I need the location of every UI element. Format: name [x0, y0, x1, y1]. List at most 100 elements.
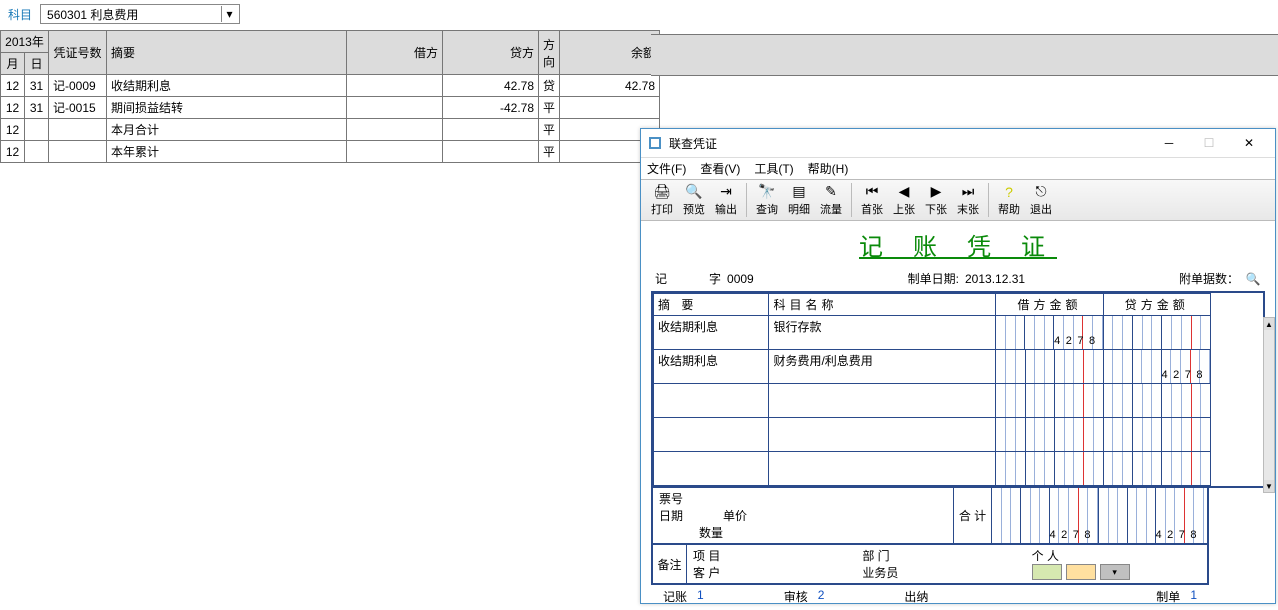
prev-icon: ◀	[896, 184, 912, 200]
voucher-type-label: 记	[655, 270, 667, 287]
help-button[interactable]: ?帮助	[994, 181, 1024, 219]
grid-col-subject: 科目名称	[769, 294, 996, 316]
detail-button[interactable]: ▤明细	[784, 181, 814, 219]
export-icon: ⇥	[718, 184, 734, 200]
grid-col-credit: 贷方金额	[1103, 294, 1210, 316]
qty-label: 数量	[699, 524, 723, 541]
last-button[interactable]: ⏭末张	[953, 181, 983, 219]
voucher-menubar: 文件(F) 查看(V) 工具(T) 帮助(H)	[641, 157, 1275, 179]
ledger-row[interactable]: 1231记-0015期间损益结转-42.78平	[1, 97, 660, 119]
col-direction: 方向	[539, 31, 560, 75]
header-filler	[651, 34, 1278, 76]
project-label: 项 目	[693, 547, 862, 564]
app-icon	[647, 135, 663, 151]
first-button[interactable]: ⏮首张	[857, 181, 887, 219]
date-value: 2013.12.31	[965, 272, 1025, 286]
col-credit: 贷方	[443, 31, 539, 75]
foot-cashier-label: 出纳	[904, 588, 928, 605]
scroll-up-icon[interactable]: ▲	[1264, 318, 1274, 330]
voucher-scrollbar[interactable]: ▲ ▼	[1263, 317, 1275, 493]
col-year: 2013年	[1, 31, 49, 53]
flow-icon: ✎	[823, 184, 839, 200]
detail-icon: ▤	[791, 184, 807, 200]
query-button[interactable]: 🔭查询	[752, 181, 782, 219]
ledger-table: 2013年 凭证号数 摘要 借方 贷方 方向 余额 月 日 1231记-0009…	[0, 30, 660, 163]
info-date-label: 日期	[659, 507, 683, 524]
col-day: 日	[25, 53, 49, 75]
menu-tool[interactable]: 工具(T)	[754, 160, 793, 177]
prev-button[interactable]: ◀上张	[889, 181, 919, 219]
voucher-word-label: 字	[709, 270, 721, 287]
attach-label: 附单据数：	[1179, 270, 1239, 287]
help-icon: ?	[1001, 184, 1017, 200]
ledger-row[interactable]: 12本年累计平	[1, 141, 660, 163]
scroll-down-icon[interactable]: ▼	[1264, 480, 1274, 492]
voucher-grid: 摘 要 科目名称 借方金额 贷方金额 收结期利息银行存款4278收结期利息财务费…	[651, 291, 1265, 488]
preview-icon: 🔍	[686, 184, 702, 200]
menu-file[interactable]: 文件(F)	[647, 160, 686, 177]
preview-button[interactable]: 🔍预览	[679, 181, 709, 219]
foot-audit-label: 审核	[784, 588, 808, 605]
stamp-button-2[interactable]	[1066, 564, 1096, 580]
price-label: 单价	[723, 507, 747, 524]
voucher-info: 票号 日期单价 数量 合 计 4278 4278	[651, 488, 1209, 545]
toolbar-separator	[746, 183, 747, 217]
sales-label: 业务员	[862, 564, 1031, 581]
next-icon: ▶	[928, 184, 944, 200]
export-button[interactable]: ⇥输出	[711, 181, 741, 219]
ledger-row[interactable]: 1231记-0009收结期利息42.78贷42.78	[1, 75, 660, 97]
date-label: 制单日期:	[908, 270, 959, 287]
col-voucher-no: 凭证号数	[49, 31, 107, 75]
voucher-window: 联查凭证 ─ ☐ ✕ 文件(F) 查看(V) 工具(T) 帮助(H) 🖨打印 🔍…	[640, 128, 1276, 604]
print-button[interactable]: 🖨打印	[647, 181, 677, 219]
menu-help[interactable]: 帮助(H)	[808, 160, 849, 177]
stamp-button-1[interactable]	[1032, 564, 1062, 580]
last-icon: ⏭	[960, 184, 976, 200]
subject-select[interactable]: 560301 利息费用 ▾	[40, 4, 240, 24]
voucher-toolbar: 🖨打印 🔍预览 ⇥输出 🔭查询 ▤明细 ✎流量 ⏮首张 ◀上张 ▶下张 ⏭末张 …	[641, 179, 1275, 221]
customer-label: 客 户	[693, 564, 862, 581]
voucher-line[interactable]	[654, 418, 1211, 452]
magnifier-icon[interactable]: 🔍	[1245, 271, 1261, 287]
stamp-button-3[interactable]: ▾	[1100, 564, 1130, 580]
foot-book-no: 1	[697, 588, 704, 605]
voucher-remark: 备注 项 目 部 门 个 人 客 户 业务员 ▾	[651, 545, 1209, 585]
flow-button[interactable]: ✎流量	[816, 181, 846, 219]
grid-col-summary: 摘 要	[654, 294, 769, 316]
subject-value: 560301 利息费用	[47, 6, 138, 23]
toolbar-separator	[851, 183, 852, 217]
total-label: 合 计	[954, 488, 992, 543]
printer-icon: 🖨	[654, 184, 670, 200]
next-button[interactable]: ▶下张	[921, 181, 951, 219]
voucher-line[interactable]: 收结期利息银行存款4278	[654, 316, 1211, 350]
person-label: 个 人	[1032, 547, 1201, 564]
ledger-row[interactable]: 12本月合计平	[1, 119, 660, 141]
remark-label: 备注	[653, 545, 687, 583]
first-icon: ⏮	[864, 184, 880, 200]
minimize-button[interactable]: ─	[1149, 132, 1189, 154]
foot-book-label: 记账	[663, 588, 687, 605]
voucher-line[interactable]	[654, 452, 1211, 486]
menu-view[interactable]: 查看(V)	[700, 160, 740, 177]
voucher-no: 0009	[727, 272, 754, 286]
col-summary: 摘要	[107, 31, 347, 75]
maximize-button[interactable]: ☐	[1189, 132, 1229, 154]
binoculars-icon: 🔭	[759, 184, 775, 200]
exit-icon: ⎋	[1033, 184, 1049, 200]
foot-maker-no: 1	[1190, 588, 1197, 605]
voucher-line[interactable]	[654, 384, 1211, 418]
col-debit: 借方	[347, 31, 443, 75]
voucher-titlebar[interactable]: 联查凭证 ─ ☐ ✕	[641, 129, 1275, 157]
exit-button[interactable]: ⎋退出	[1026, 181, 1056, 219]
dept-label: 部 门	[862, 547, 1031, 564]
foot-audit-no: 2	[818, 588, 825, 605]
voucher-doc-title: 记 账 凭 证	[651, 227, 1265, 262]
dropdown-caret-icon: ▾	[221, 6, 237, 22]
foot-maker-label: 制单	[1156, 588, 1180, 605]
voucher-footer: 记账 1 审核 2 出纳 制单 1	[651, 585, 1209, 608]
window-title: 联查凭证	[669, 135, 1149, 152]
close-button[interactable]: ✕	[1229, 132, 1269, 154]
voucher-line[interactable]: 收结期利息财务费用/利息费用4278	[654, 350, 1211, 384]
grid-col-debit: 借方金额	[996, 294, 1103, 316]
col-balance: 余额	[560, 31, 660, 75]
